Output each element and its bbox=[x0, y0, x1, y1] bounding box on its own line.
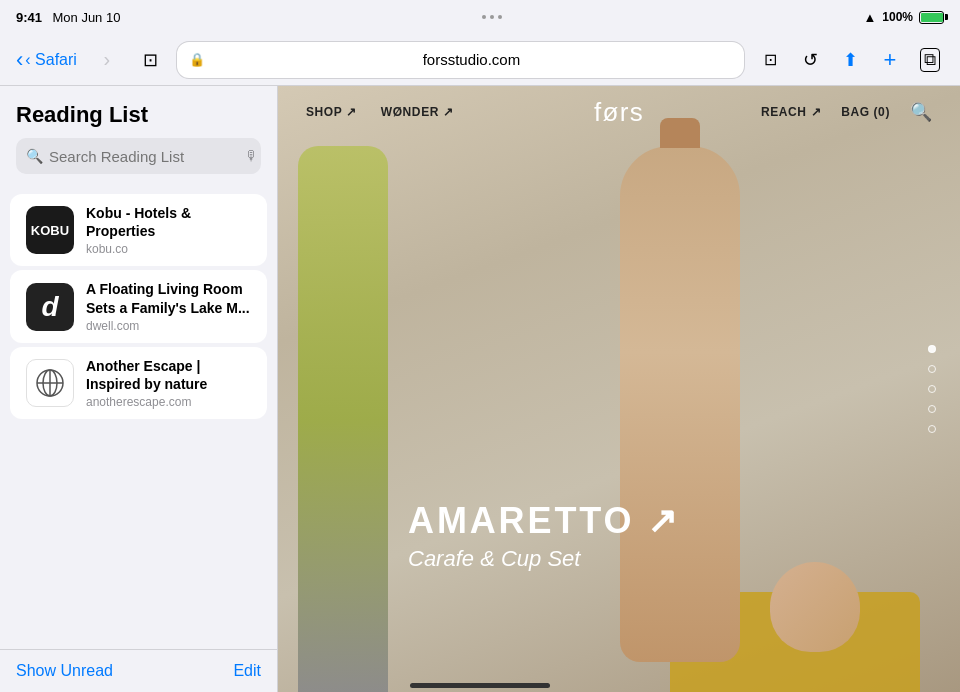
dot1 bbox=[482, 15, 486, 19]
lock-icon: 🔒 bbox=[189, 52, 205, 67]
slide-indicators bbox=[928, 345, 936, 433]
nav-reach-link[interactable]: REACH ↗ bbox=[761, 105, 821, 119]
item-url: dwell.com bbox=[86, 319, 251, 333]
item-favicon: d bbox=[26, 283, 74, 331]
nav-bag-link[interactable]: BAG (0) bbox=[841, 105, 890, 119]
reload-icon: ↺ bbox=[803, 49, 818, 71]
tabs-icon: ⧉ bbox=[920, 48, 940, 72]
back-chevron-icon: ‹ bbox=[16, 47, 23, 73]
item-info: Kobu - Hotels & Properties kobu.co bbox=[86, 204, 251, 256]
nav-left: SHOP ↗ WØNDER ↗ bbox=[306, 105, 454, 119]
tabs-button[interactable]: ⧉ bbox=[912, 42, 948, 78]
battery-percentage: 100% bbox=[882, 10, 913, 24]
item-favicon: KOBU bbox=[26, 206, 74, 254]
status-time-date: 9:41 Mon Jun 10 bbox=[16, 8, 120, 26]
add-icon: + bbox=[884, 47, 897, 73]
battery-fill bbox=[921, 13, 943, 22]
indicator-1[interactable] bbox=[928, 345, 936, 353]
web-content-area: SHOP ↗ WØNDER ↗ førs REACH ↗ BAG (0) 🔍 A… bbox=[278, 86, 960, 692]
product-cup-image bbox=[770, 562, 860, 652]
dot2 bbox=[490, 15, 494, 19]
status-time: 9:41 bbox=[16, 10, 42, 25]
cast-button[interactable]: ⊡ bbox=[752, 42, 788, 78]
indicator-3[interactable] bbox=[928, 385, 936, 393]
website-logo: førs bbox=[594, 97, 644, 128]
browser-toolbar: ‹ ‹ Safari › ⊡ 🔒 forsstudio.com ⊡ ↺ ⬆ + bbox=[0, 34, 960, 86]
forward-chevron-icon: › bbox=[104, 48, 111, 71]
website-search-icon[interactable]: 🔍 bbox=[910, 101, 932, 123]
reading-list-items: KOBU Kobu - Hotels & Properties kobu.co … bbox=[0, 182, 277, 649]
search-bar[interactable]: 🔍 🎙 bbox=[16, 138, 261, 174]
reload-button[interactable]: ↺ bbox=[792, 42, 828, 78]
sidebar-header: Reading List 🔍 🎙 bbox=[0, 86, 277, 182]
product-bottle-image bbox=[620, 146, 740, 662]
item-title: Kobu - Hotels & Properties bbox=[86, 204, 251, 240]
search-icon: 🔍 bbox=[26, 148, 43, 164]
reader-view-button[interactable]: ⊡ bbox=[133, 42, 169, 78]
item-info: A Floating Living Room Sets a Family's L… bbox=[86, 280, 251, 332]
item-url: anotherescape.com bbox=[86, 395, 251, 409]
item-url: kobu.co bbox=[86, 242, 251, 256]
url-text: forsstudio.com bbox=[211, 51, 732, 68]
reader-view-icon: ⊡ bbox=[143, 49, 158, 71]
status-right: ▲ 100% bbox=[863, 10, 944, 25]
hero-title: AMARETTO ↗ bbox=[408, 500, 680, 542]
back-button[interactable]: ‹ ‹ Safari bbox=[12, 42, 81, 78]
add-bookmark-button[interactable]: + bbox=[872, 42, 908, 78]
sidebar-title: Reading List bbox=[16, 102, 261, 128]
indicator-5[interactable] bbox=[928, 425, 936, 433]
item-title: A Floating Living Room Sets a Family's L… bbox=[86, 280, 251, 316]
list-item[interactable]: Another Escape | Inspired by nature anot… bbox=[10, 347, 267, 419]
cast-icon: ⊡ bbox=[764, 50, 777, 69]
list-item[interactable]: KOBU Kobu - Hotels & Properties kobu.co bbox=[10, 194, 267, 266]
battery-icon bbox=[919, 11, 944, 24]
edit-button[interactable]: Edit bbox=[233, 662, 261, 680]
wifi-icon: ▲ bbox=[863, 10, 876, 25]
reading-list-sidebar: Reading List 🔍 🎙 KOBU Kobu - Hotels & Pr… bbox=[0, 86, 278, 692]
dot3 bbox=[498, 15, 502, 19]
indicator-4[interactable] bbox=[928, 405, 936, 413]
content-area: Reading List 🔍 🎙 KOBU Kobu - Hotels & Pr… bbox=[0, 86, 960, 692]
share-button[interactable]: ⬆ bbox=[832, 42, 868, 78]
nav-shop-link[interactable]: SHOP ↗ bbox=[306, 105, 357, 119]
microphone-icon[interactable]: 🎙 bbox=[245, 148, 259, 164]
nav-wonder-link[interactable]: WØNDER ↗ bbox=[381, 105, 454, 119]
status-date: Mon Jun 10 bbox=[52, 10, 120, 25]
favicon-text: d bbox=[41, 291, 58, 323]
home-indicator bbox=[410, 683, 550, 688]
indicator-2[interactable] bbox=[928, 365, 936, 373]
status-bar: 9:41 Mon Jun 10 ▲ 100% bbox=[0, 0, 960, 34]
item-favicon bbox=[26, 359, 74, 407]
search-input[interactable] bbox=[49, 148, 239, 165]
hero-text: AMARETTO ↗ Carafe & Cup Set bbox=[408, 500, 680, 572]
back-label: ‹ Safari bbox=[25, 51, 77, 69]
favicon-text: KOBU bbox=[31, 223, 69, 238]
hero-subtitle: Carafe & Cup Set bbox=[408, 546, 680, 572]
toolbar-right-buttons: ⊡ ↺ ⬆ + ⧉ bbox=[752, 42, 948, 78]
escape-logo-icon bbox=[34, 367, 66, 399]
share-icon: ⬆ bbox=[843, 49, 858, 71]
website-navigation: SHOP ↗ WØNDER ↗ førs REACH ↗ BAG (0) 🔍 bbox=[278, 86, 960, 138]
sidebar-footer: Show Unread Edit bbox=[0, 649, 277, 692]
item-info: Another Escape | Inspired by nature anot… bbox=[86, 357, 251, 409]
olive-bottle-image bbox=[298, 146, 388, 692]
status-center-dots bbox=[482, 15, 502, 19]
forward-button[interactable]: › bbox=[89, 42, 125, 78]
list-item[interactable]: d A Floating Living Room Sets a Family's… bbox=[10, 270, 267, 342]
main-layout: ‹ ‹ Safari › ⊡ 🔒 forsstudio.com ⊡ ↺ ⬆ + bbox=[0, 34, 960, 692]
url-bar[interactable]: 🔒 forsstudio.com bbox=[177, 42, 744, 78]
show-unread-button[interactable]: Show Unread bbox=[16, 662, 113, 680]
nav-right: REACH ↗ BAG (0) 🔍 bbox=[761, 101, 932, 123]
item-title: Another Escape | Inspired by nature bbox=[86, 357, 251, 393]
